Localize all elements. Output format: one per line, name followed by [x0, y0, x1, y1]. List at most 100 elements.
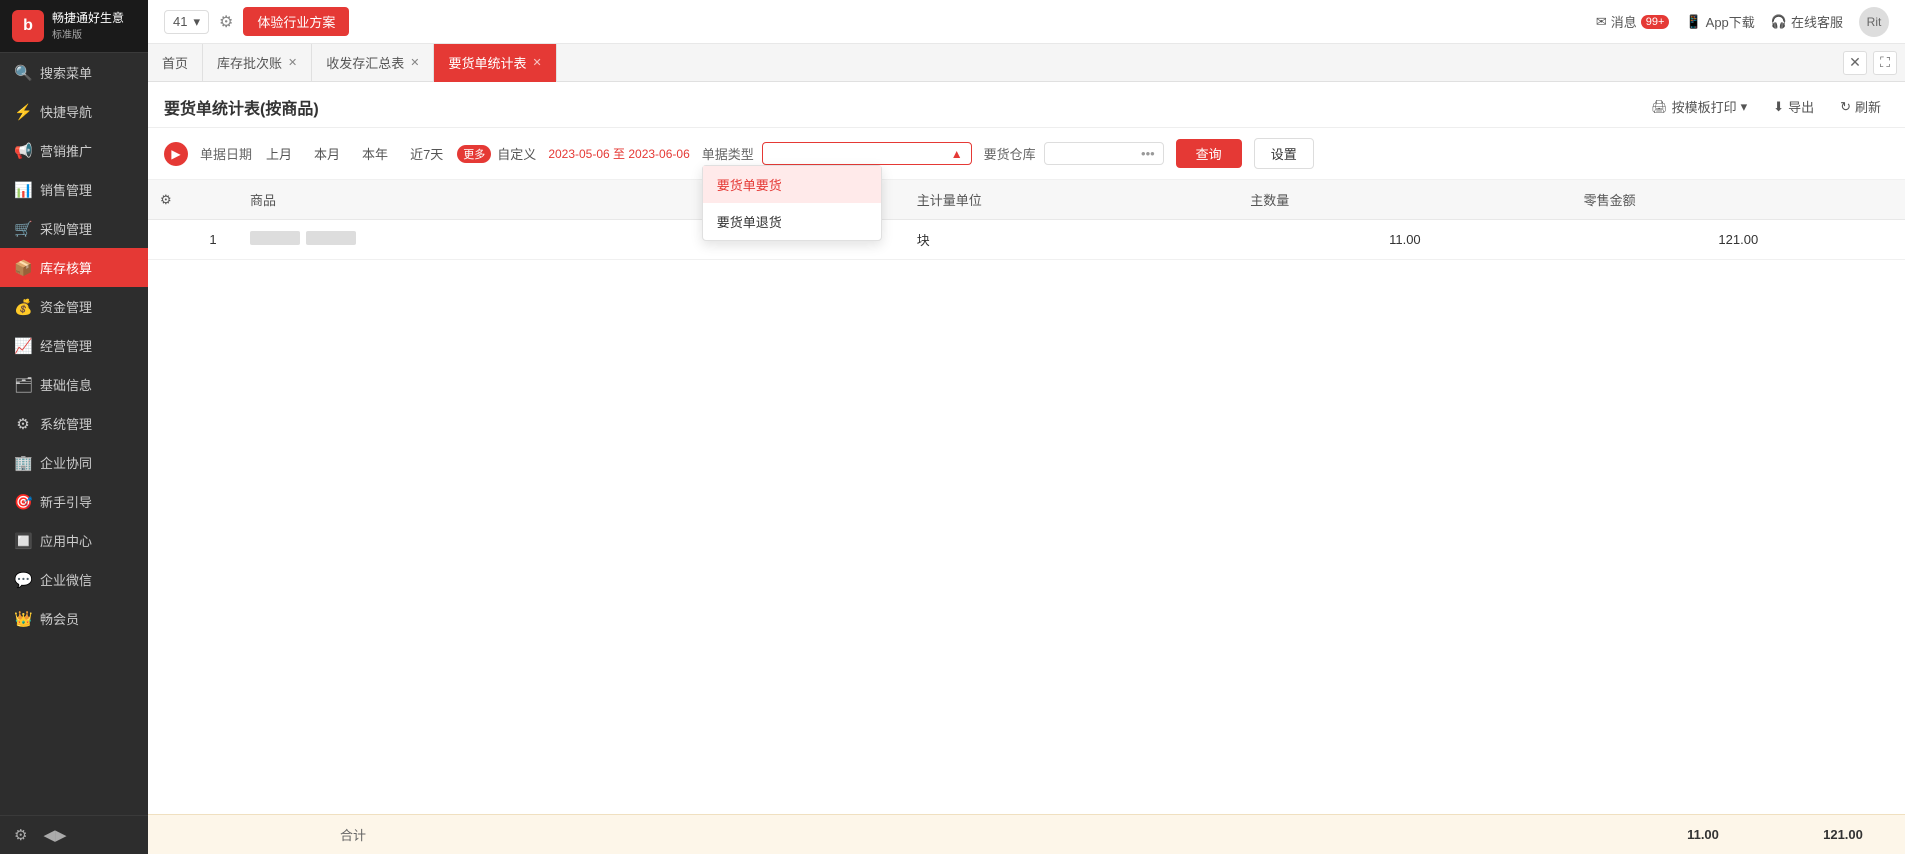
- tab-close-all-btn[interactable]: ✕: [1843, 51, 1867, 75]
- col-unit-header: 主计量单位: [905, 180, 1238, 220]
- settings-bottom-icon[interactable]: ⚙: [14, 826, 27, 844]
- sidebar-item-app-center[interactable]: 🔲 应用中心: [0, 521, 148, 560]
- logo-icon: b: [12, 10, 44, 42]
- tab-close-collect-summary[interactable]: ✕: [410, 56, 419, 69]
- warehouse-filter-group: 要货仓库 •••: [984, 142, 1164, 165]
- dropdown-item-order-return[interactable]: 要货单退货: [703, 203, 881, 240]
- column-settings-icon[interactable]: ⚙: [160, 192, 172, 207]
- row-settings-cell: [148, 220, 188, 260]
- main-area: 41 ▾ ⚙ 体验行业方案 ✉ 消息 99+ 📱 App下载 🎧 在线客服 Ri…: [148, 0, 1905, 854]
- tab-collect-summary[interactable]: 收发存汇总表 ✕: [312, 44, 434, 82]
- refresh-icon: ↻: [1840, 99, 1851, 115]
- operations-icon: 📈: [14, 337, 32, 355]
- type-filter-chevron-up-icon[interactable]: ▲: [951, 147, 963, 161]
- filter-bar: ▶ 单据日期 上月 本月 本年 近7天 更多 自定义 2023-05-06 至 …: [148, 128, 1905, 180]
- page-content: 要货单统计表(按商品) 🖨 按模板打印 ▾ ⬇ 导出 ↻ 刷新 ▶: [148, 82, 1905, 854]
- row-index-cell: 1: [188, 220, 238, 260]
- logo-text: 畅捷通好生意 标准版: [52, 11, 124, 42]
- type-filter-group: 单据类型 ▲ 要货单要货 要货单退货: [702, 142, 972, 165]
- tab-bar-actions: ✕ ⛶: [1835, 44, 1905, 82]
- printer-icon: 🖨: [1651, 99, 1668, 115]
- warehouse-more-icon[interactable]: •••: [1141, 146, 1155, 161]
- sidebar-item-system[interactable]: ⚙ 系统管理: [0, 404, 148, 443]
- type-filter-input[interactable]: [771, 146, 947, 161]
- tab-close-inventory-batch[interactable]: ✕: [288, 56, 297, 69]
- sidebar-item-enterprise[interactable]: 🏢 企业协同: [0, 443, 148, 482]
- sidebar-item-finance[interactable]: 💰 资金管理: [0, 287, 148, 326]
- export-icon: ⬇: [1773, 99, 1784, 115]
- table-row: 1 块 11.00: [148, 220, 1905, 260]
- warehouse-input[interactable]: [1053, 146, 1137, 161]
- tab-expand-btn[interactable]: ⛶: [1873, 51, 1897, 75]
- enterprise-icon: 🏢: [14, 454, 32, 472]
- tab-close-order-summary[interactable]: ✕: [533, 56, 542, 69]
- tab-inventory-batch[interactable]: 库存批次账 ✕: [203, 44, 312, 82]
- sidebar-item-operations[interactable]: 📈 经营管理: [0, 326, 148, 365]
- warehouse-filter-label: 要货仓库: [984, 144, 1036, 163]
- sidebar-item-wechat[interactable]: 💬 企业微信: [0, 560, 148, 599]
- col-amount-header: 零售金额: [1572, 180, 1905, 220]
- col-qty-header: 主数量: [1238, 180, 1571, 220]
- type-filter-label: 单据类型: [702, 144, 754, 163]
- basic-info-icon: 🗂: [14, 376, 32, 394]
- sidebar-item-marketing[interactable]: 📢 营销推广: [0, 131, 148, 170]
- sidebar-item-basic-info[interactable]: 🗂 基础信息: [0, 365, 148, 404]
- user-avatar[interactable]: Rit: [1859, 7, 1889, 37]
- row-qty-cell: 11.00: [1238, 220, 1571, 260]
- date-7days-btn[interactable]: 近7天: [402, 141, 451, 166]
- tab-order-summary[interactable]: 要货单统计表 ✕: [434, 44, 556, 82]
- query-button[interactable]: 查询: [1176, 139, 1242, 168]
- app-download-action[interactable]: 📱 App下载: [1685, 12, 1754, 31]
- store-number: 41: [173, 14, 187, 29]
- members-icon: 👑: [14, 610, 32, 628]
- settings-button[interactable]: 设置: [1254, 138, 1314, 169]
- sidebar-item-members[interactable]: 👑 畅会员: [0, 599, 148, 638]
- finance-icon: 💰: [14, 298, 32, 316]
- filter-expand-btn[interactable]: ▶: [164, 142, 188, 166]
- date-more-badge[interactable]: 更多: [457, 145, 491, 163]
- tab-home[interactable]: 首页: [148, 44, 203, 82]
- row-amount-cell: 121.00: [1572, 220, 1905, 260]
- message-badge: 99+: [1641, 15, 1670, 29]
- date-this-year-btn[interactable]: 本年: [354, 141, 396, 166]
- lightning-icon: ⚡: [14, 103, 32, 121]
- date-filter-group: 单据日期 上月 本月 本年 近7天 更多 自定义: [200, 141, 536, 166]
- sidebar-item-sales[interactable]: 📊 销售管理: [0, 170, 148, 209]
- purchase-icon: 🛒: [14, 220, 32, 238]
- refresh-btn[interactable]: ↻ 刷新: [1832, 94, 1889, 119]
- online-service-action[interactable]: 🎧 在线客服: [1771, 12, 1843, 31]
- footer-amount: 121.00: [1793, 827, 1893, 842]
- print-template-btn[interactable]: 🖨 按模板打印 ▾: [1643, 94, 1755, 119]
- sidebar-item-guide[interactable]: 🎯 新手引导: [0, 482, 148, 521]
- sidebar-bottom: ⚙ ◀▶: [0, 815, 148, 854]
- dropdown-item-order-goods[interactable]: 要货单要货: [703, 166, 881, 203]
- export-btn[interactable]: ⬇ 导出: [1765, 94, 1822, 119]
- message-action[interactable]: ✉ 消息 99+: [1596, 12, 1670, 31]
- warehouse-input-wrapper[interactable]: •••: [1044, 142, 1164, 165]
- date-last-month-btn[interactable]: 上月: [258, 141, 300, 166]
- table-container: ⚙ 商品 主计量单位 主数量 零售金额 1: [148, 180, 1905, 260]
- trial-button[interactable]: 体验行业方案: [243, 7, 349, 36]
- col-settings-header[interactable]: ⚙: [148, 180, 188, 220]
- table-footer-container: 合计 11.00 121.00: [148, 814, 1905, 854]
- store-dropdown-icon: ▾: [193, 14, 200, 30]
- sidebar-item-search[interactable]: 🔍 搜索菜单: [0, 53, 148, 92]
- phone-icon: 📱: [1685, 14, 1701, 30]
- store-selector[interactable]: 41 ▾: [164, 10, 209, 34]
- collapse-icon[interactable]: ◀▶: [43, 826, 66, 844]
- sidebar-item-inventory[interactable]: 📦 库存核算: [0, 248, 148, 287]
- data-table: ⚙ 商品 主计量单位 主数量 零售金额 1: [148, 180, 1905, 260]
- header-settings-icon[interactable]: ⚙: [219, 12, 233, 32]
- sales-icon: 📊: [14, 181, 32, 199]
- type-filter-input-wrapper[interactable]: ▲: [762, 142, 972, 165]
- date-custom-btn[interactable]: 自定义: [497, 144, 536, 163]
- marketing-icon: 📢: [14, 142, 32, 160]
- wechat-icon: 💬: [14, 571, 32, 589]
- table-header: ⚙ 商品 主计量单位 主数量 零售金额: [148, 180, 1905, 220]
- sidebar-item-quick-nav[interactable]: ⚡ 快捷导航: [0, 92, 148, 131]
- page-title: 要货单统计表(按商品): [164, 95, 319, 119]
- sidebar-item-purchase[interactable]: 🛒 采购管理: [0, 209, 148, 248]
- date-this-month-btn[interactable]: 本月: [306, 141, 348, 166]
- sidebar-logo: b 畅捷通好生意 标准版: [0, 0, 148, 53]
- search-icon: 🔍: [14, 64, 32, 82]
